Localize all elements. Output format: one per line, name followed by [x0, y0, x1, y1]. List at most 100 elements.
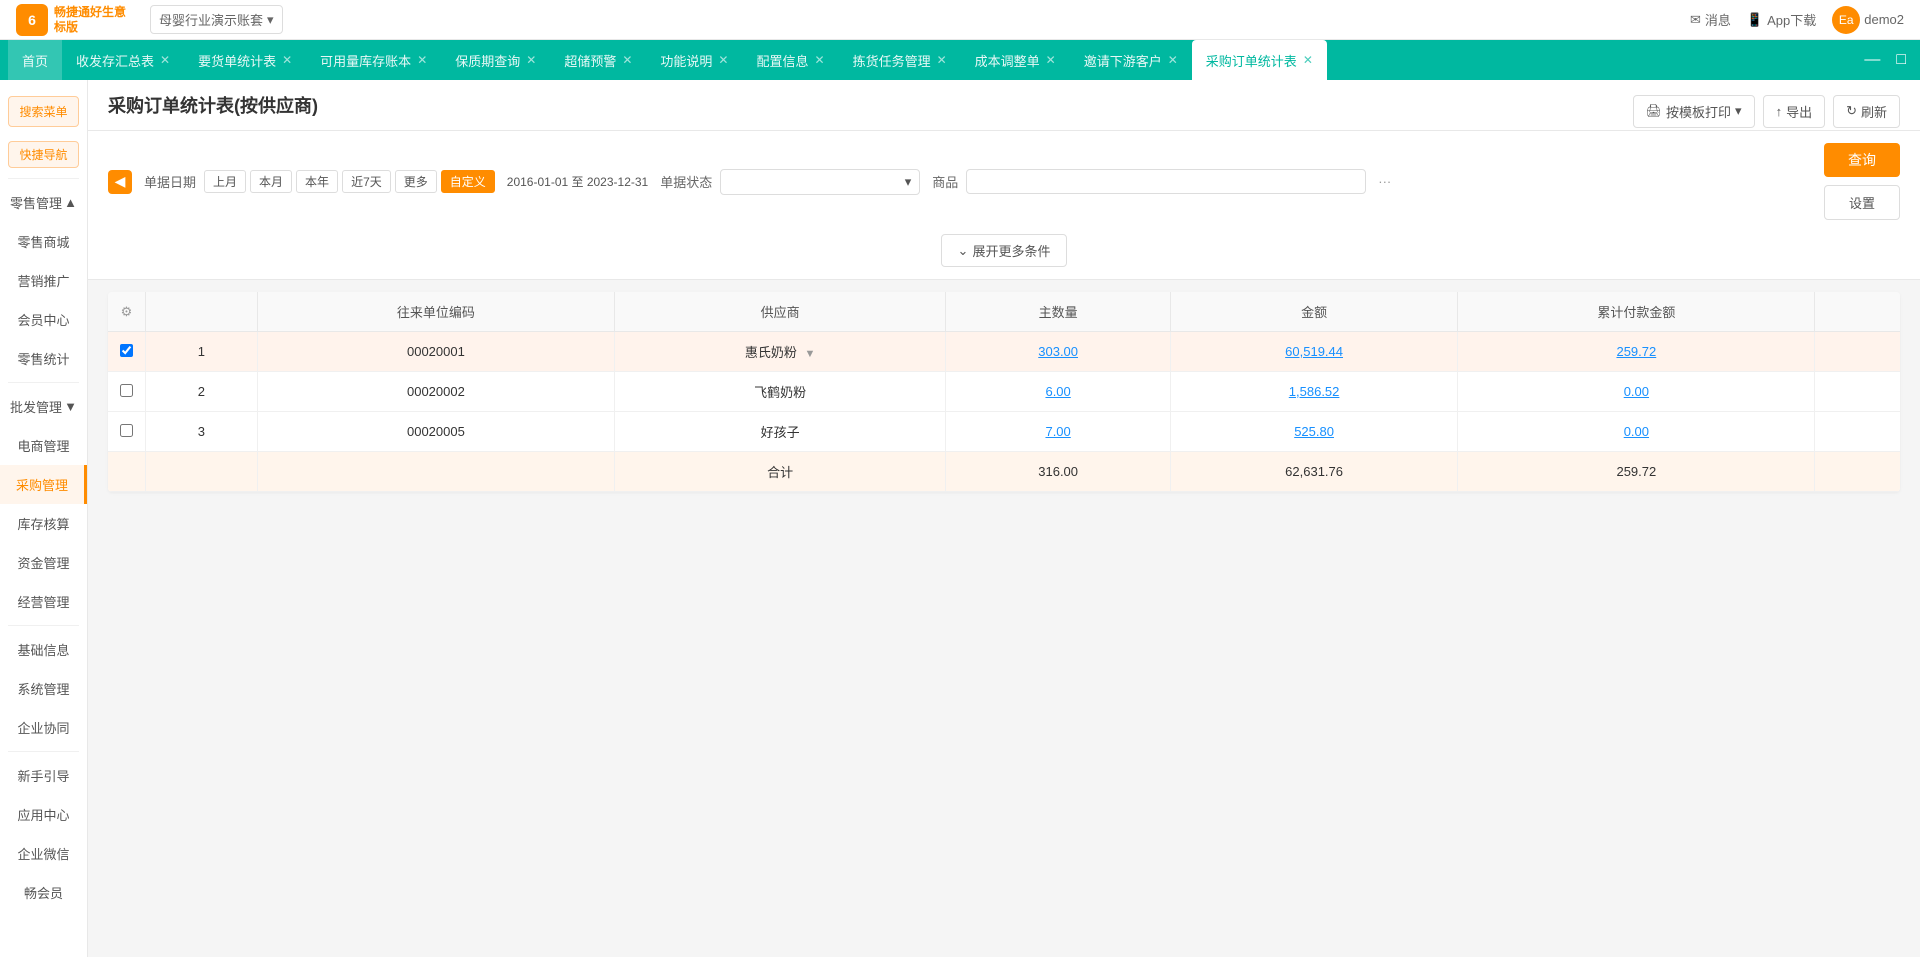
filter-collapse-button[interactable]: ◀ [108, 170, 132, 194]
footer-extra [1815, 452, 1900, 492]
gear-icon[interactable]: ⚙ [121, 304, 133, 319]
setting-button[interactable]: 设置 [1824, 185, 1900, 220]
sidebar-item-jichuxinxi[interactable]: 基础信息 [0, 630, 87, 669]
sidebar-item-pifaguanli[interactable]: 批发管理 ▼ [0, 387, 87, 426]
tab-shoufacun[interactable]: 收发存汇总表 ✕ [62, 40, 184, 80]
date-7days-button[interactable]: 近7天 [342, 170, 391, 193]
sidebar-item-kucunhexuan[interactable]: 库存核算 [0, 504, 87, 543]
more-icon[interactable]: ··· [1378, 174, 1391, 189]
date-custom-button[interactable]: 自定义 [441, 170, 495, 193]
sidebar-item-changhui[interactable]: 畅会员 [0, 873, 87, 912]
close-icon[interactable]: ✕ [622, 53, 632, 67]
sidebar-item-yingyongzhongxin[interactable]: 应用中心 [0, 795, 87, 834]
sidebar-item-qiyeweixin[interactable]: 企业微信 [0, 834, 87, 873]
close-icon[interactable]: ✕ [1168, 53, 1178, 67]
footer-checkbox [108, 452, 146, 492]
goods-input[interactable] [966, 169, 1366, 194]
row-checkbox[interactable] [108, 412, 146, 452]
close-icon[interactable]: ✕ [718, 53, 728, 67]
export-icon: ↑ [1776, 104, 1783, 119]
sidebar-item-zijinguanli[interactable]: 资金管理 [0, 543, 87, 582]
close-icon[interactable]: ✕ [937, 53, 947, 67]
sidebar-item-yingxiaotuguan[interactable]: 营销推广 [0, 261, 87, 300]
status-select[interactable]: ▾ [720, 169, 920, 195]
sidebar-item-qiyexietong[interactable]: 企业协同 [0, 708, 87, 747]
sidebar-item-jingyingguanli[interactable]: 经营管理 [0, 582, 87, 621]
close-icon[interactable]: ✕ [282, 53, 292, 67]
date-this-year-button[interactable]: 本年 [296, 170, 338, 193]
expand-more-button[interactable]: ⌄ 展开更多条件 [941, 234, 1068, 267]
nav-right-buttons: — □ [1858, 47, 1912, 73]
expand-icon: ▲ [64, 195, 77, 210]
quick-nav-area: 快捷导航 [0, 135, 87, 174]
tab-peizhi[interactable]: 配置信息 ✕ [742, 40, 838, 80]
close-icon[interactable]: ✕ [1303, 53, 1313, 67]
tab-caigou-active[interactable]: 采购订单统计表 ✕ [1192, 40, 1327, 80]
close-icon[interactable]: ✕ [815, 53, 825, 67]
table-row[interactable]: 1 00020001 惠氏奶粉 ▼ 303.00 60,519.44 259.7… [108, 332, 1900, 372]
search-menu-button[interactable]: 搜索菜单 [8, 96, 79, 127]
close-icon[interactable]: ✕ [526, 53, 536, 67]
tab-kucun[interactable]: 可用量库存账本 ✕ [306, 40, 441, 80]
refresh-icon: ↻ [1846, 103, 1857, 119]
table-row[interactable]: 3 00020005 好孩子 7.00 525.80 0.00 [108, 412, 1900, 452]
row-actions [1815, 412, 1900, 452]
account-selector[interactable]: 母婴行业演示账套 ▾ [150, 5, 283, 34]
sidebar-item-caigouguanli[interactable]: 采购管理 [0, 465, 87, 504]
sidebar-divider-3 [8, 625, 79, 626]
sidebar: 搜索菜单 快捷导航 零售管理 ▲ 零售商城 营销推广 会员中心 零售统计 批发管… [0, 80, 88, 957]
tab-home[interactable]: 首页 [8, 40, 62, 80]
tab-chengben[interactable]: 成本调整单 ✕ [961, 40, 1070, 80]
app-download-button[interactable]: 📱 App下载 [1747, 10, 1816, 29]
query-button[interactable]: 查询 [1824, 143, 1900, 177]
row-actions [1815, 372, 1900, 412]
main-layout: 搜索菜单 快捷导航 零售管理 ▲ 零售商城 营销推广 会员中心 零售统计 批发管… [0, 80, 1920, 957]
tab-chaochuyujing[interactable]: 超储预警 ✕ [550, 40, 646, 80]
row-checkbox[interactable] [108, 372, 146, 412]
row-supplier-code: 00020002 [257, 372, 614, 412]
table-row[interactable]: 2 00020002 飞鹤奶粉 6.00 1,586.52 0.00 [108, 372, 1900, 412]
data-table: ⚙ 往来单位编码 供应商 主数量 金额 累计付款金额 1 [108, 292, 1900, 492]
refresh-button[interactable]: ↻ 刷新 [1833, 95, 1900, 128]
date-last-month-button[interactable]: 上月 [204, 170, 246, 193]
sidebar-item-lingshougaunli[interactable]: 零售管理 ▲ [0, 183, 87, 222]
tab-gongneng[interactable]: 功能说明 ✕ [646, 40, 742, 80]
row-checkbox[interactable] [108, 332, 146, 372]
message-button[interactable]: ✉ 消息 [1690, 10, 1731, 29]
sidebar-divider-2 [8, 382, 79, 383]
sidebar-item-lingshougoumai[interactable]: 零售商城 [0, 222, 87, 261]
avatar: Ea [1832, 6, 1860, 34]
user-menu[interactable]: Ea demo2 [1832, 6, 1904, 34]
print-button[interactable]: 🖨 按模板打印 ▾ [1633, 95, 1755, 128]
sidebar-item-xinshouyindao[interactable]: 新手引导 [0, 756, 87, 795]
sidebar-divider [8, 178, 79, 179]
maximize-icon[interactable]: □ [1890, 47, 1912, 73]
date-range-display: 2016-01-01 至 2023-12-31 [507, 173, 648, 190]
sidebar-item-dianshang[interactable]: 电商管理 [0, 426, 87, 465]
th-supplier-name: 供应商 [615, 292, 946, 332]
search-menu-area: 搜索菜单 [0, 88, 87, 135]
tab-yaohuo[interactable]: 要货单统计表 ✕ [184, 40, 306, 80]
sidebar-item-lingshoutongji[interactable]: 零售统计 [0, 339, 87, 378]
tab-yaoqing[interactable]: 邀请下游客户 ✕ [1070, 40, 1192, 80]
th-amount: 金额 [1170, 292, 1457, 332]
sidebar-item-huiyuanzhongxin[interactable]: 会员中心 [0, 300, 87, 339]
tab-baozhi[interactable]: 保质期查询 ✕ [441, 40, 550, 80]
chevron-down-icon: ▾ [905, 174, 912, 190]
minimize-icon[interactable]: — [1858, 47, 1886, 73]
row-quantity: 6.00 [946, 372, 1171, 412]
date-more-button[interactable]: 更多 [395, 170, 437, 193]
export-button[interactable]: ↑ 导出 [1763, 95, 1826, 128]
footer-amount: 62,631.76 [1170, 452, 1457, 492]
footer-total-label: 合计 [615, 452, 946, 492]
message-icon: ✉ [1690, 12, 1701, 28]
close-icon[interactable]: ✕ [417, 53, 427, 67]
sidebar-item-xitongguanli[interactable]: 系统管理 [0, 669, 87, 708]
quick-nav-button[interactable]: 快捷导航 [8, 141, 79, 168]
row-paid: 0.00 [1458, 412, 1815, 452]
goods-filter: 商品 ··· [932, 169, 1391, 194]
close-icon[interactable]: ✕ [160, 53, 170, 67]
close-icon[interactable]: ✕ [1046, 53, 1056, 67]
tab-tihuo[interactable]: 拣货任务管理 ✕ [839, 40, 961, 80]
date-this-month-button[interactable]: 本月 [250, 170, 292, 193]
